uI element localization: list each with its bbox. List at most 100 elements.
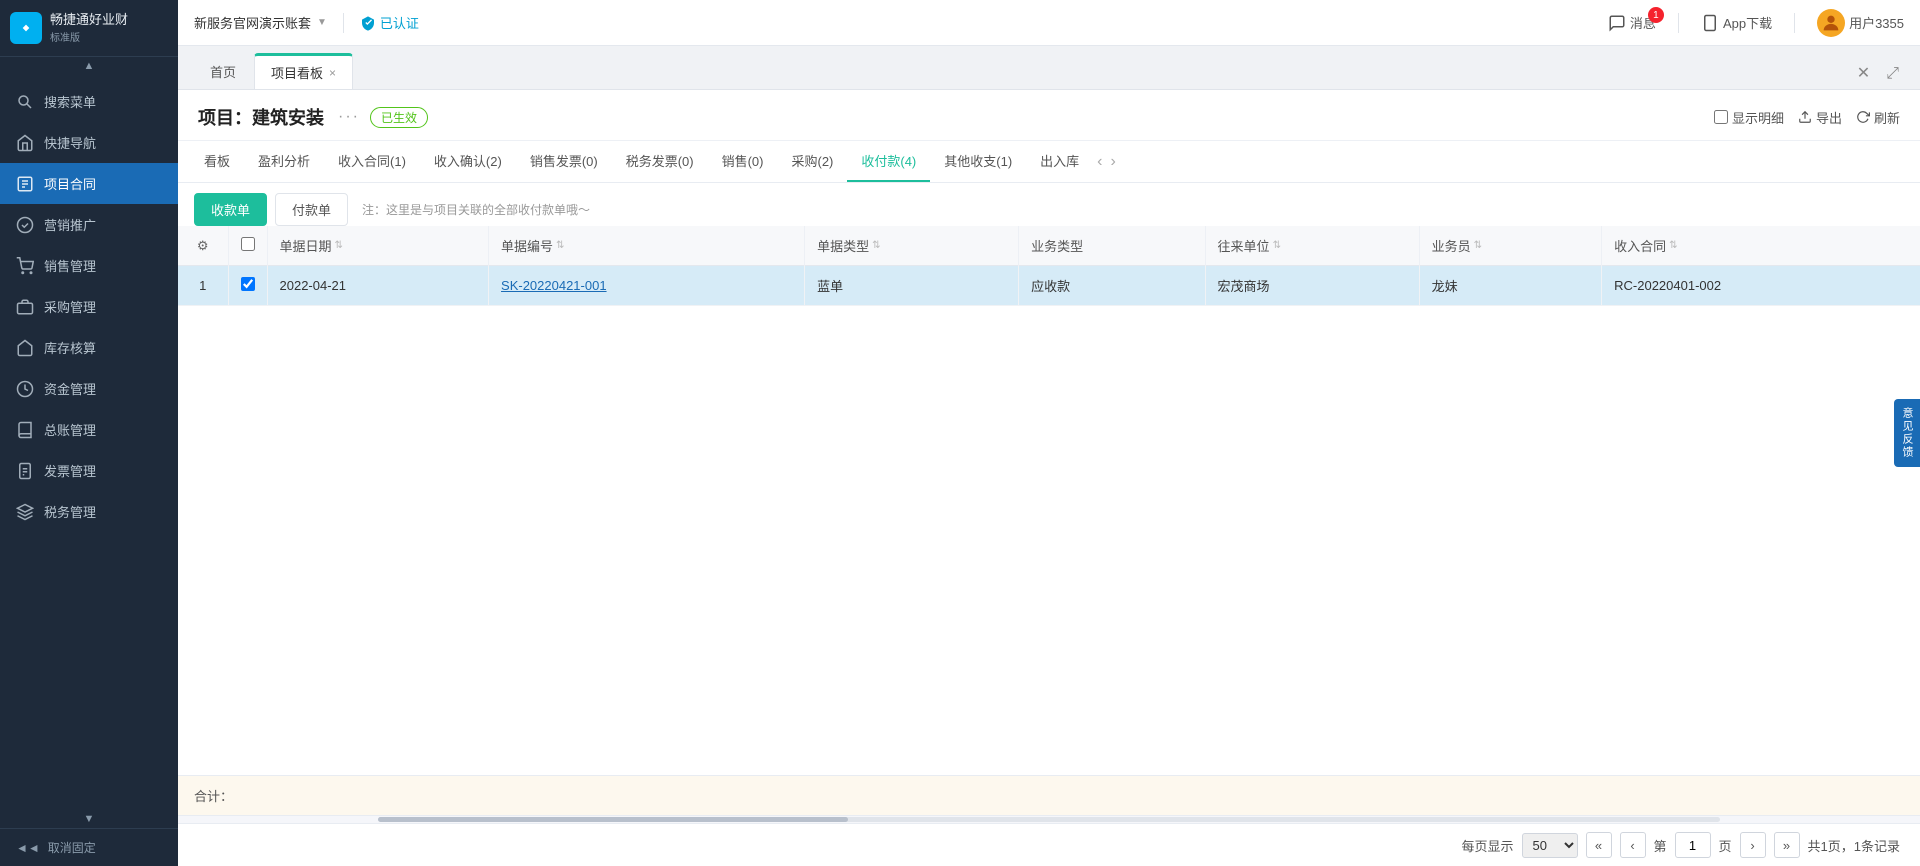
show-detail-checkbox[interactable]: 显示明细 (1714, 108, 1784, 127)
cell-check (228, 266, 267, 306)
feedback-tab[interactable]: 意见反馈 (1894, 399, 1920, 467)
sidebar-item-purchase[interactable]: 采购管理 (0, 286, 178, 327)
sidebar-item-ledger-label: 总账管理 (44, 420, 96, 439)
th-salesman-sort[interactable]: 业务员 ⇅ (1432, 236, 1590, 255)
sort-icon-income-contract: ⇅ (1669, 240, 1677, 251)
sub-tab-profit[interactable]: 盈利分析 (244, 141, 324, 182)
app-download-button[interactable]: App下载 (1701, 13, 1772, 32)
project-more-icon[interactable]: ··· (338, 108, 360, 126)
scroll-down-button[interactable]: ▼ (0, 810, 178, 828)
sub-tab-kanban[interactable]: 看板 (190, 141, 244, 182)
close-window-button[interactable]: ✕ (1852, 61, 1875, 85)
th-number-sort[interactable]: 单据编号 ⇅ (501, 236, 792, 255)
cell-income-contract: RC-20220401-002 (1602, 266, 1920, 306)
select-all-checkbox[interactable] (241, 237, 255, 251)
maximize-window-button[interactable]: ⤢ (1881, 63, 1904, 85)
table-wrapper: ⚙ 单据日期 ⇅ 单据编号 (178, 226, 1920, 775)
tab-project-board[interactable]: 项目看板 × (254, 53, 353, 89)
user-menu[interactable]: 用户3355 (1817, 9, 1904, 37)
cell-type: 蓝单 (805, 266, 1019, 306)
scroll-up-button[interactable]: ▲ (0, 57, 178, 75)
main-area: 新服务官网演示账套 ▼ 已认证 消息 1 App下载 用 (178, 0, 1920, 866)
table-summary: 合计： (178, 775, 1920, 815)
inner-tab-receipt[interactable]: 收款单 (194, 193, 267, 226)
sub-tabs: 看板 盈利分析 收入合同(1) 收入确认(2) 销售发票(0) 税务发票(0) … (178, 141, 1920, 183)
messages-button[interactable]: 消息 1 (1608, 13, 1656, 32)
sidebar-item-sales[interactable]: 销售管理 (0, 245, 178, 286)
page-number-input[interactable] (1675, 832, 1711, 858)
sort-icon-salesman: ⇅ (1474, 240, 1482, 251)
sub-tab-sales-invoice[interactable]: 销售发票(0) (516, 141, 612, 182)
sub-tab-purchase[interactable]: 采购(2) (777, 141, 847, 182)
sidebar-item-inventory-label: 库存核算 (44, 338, 96, 357)
th-type-sort[interactable]: 单据类型 ⇅ (817, 236, 1006, 255)
sidebar-item-tax-label: 税务管理 (44, 502, 96, 521)
certified-label: 已认证 (380, 13, 419, 32)
inner-tab-payment[interactable]: 付款单 (275, 193, 348, 226)
column-settings-icon[interactable]: ⚙ (197, 238, 209, 253)
sidebar-item-marketing[interactable]: 营销推广 (0, 204, 178, 245)
sidebar-item-contract[interactable]: 项目合同 (0, 163, 178, 204)
sidebar-item-inventory[interactable]: 库存核算 (0, 327, 178, 368)
data-table: ⚙ 单据日期 ⇅ 单据编号 (178, 226, 1920, 306)
page-label: 第 (1654, 836, 1667, 855)
sidebar-item-tax[interactable]: 税务管理 (0, 491, 178, 532)
sort-icon-date: ⇅ (335, 240, 343, 251)
sidebar-item-search[interactable]: 搜索菜单 (0, 81, 178, 122)
sidebar: 畅捷通好业财 标准版 ▲ 搜索菜单 快捷导航 项目合同 营销推广 销售管理 (0, 0, 178, 866)
total-label: 共1页，1条记录 (1808, 836, 1900, 855)
prev-page-button[interactable]: ‹ (1620, 832, 1646, 858)
project-header-actions: 显示明细 导出 刷新 (1714, 108, 1900, 127)
th-income-contract-sort[interactable]: 收入合同 ⇅ (1614, 236, 1908, 255)
sidebar-item-finance[interactable]: 资金管理 (0, 368, 178, 409)
sub-tab-sales[interactable]: 销售(0) (708, 141, 778, 182)
inner-tabs: 收款单 付款单 注：这里是与项目关联的全部收付款单哦～ (178, 183, 1920, 226)
sidebar-header: 畅捷通好业财 标准版 (0, 0, 178, 57)
sub-tab-payment[interactable]: 收付款(4) (847, 141, 930, 182)
th-index: ⚙ (178, 226, 228, 266)
sub-tabs-prev-icon[interactable]: ‹ (1093, 153, 1106, 171)
table-header-row: ⚙ 单据日期 ⇅ 单据编号 (178, 226, 1920, 266)
page-size-select[interactable]: 50 20 100 (1522, 833, 1578, 858)
scrollbar-track[interactable] (378, 817, 1720, 822)
cell-salesman: 龙妹 (1419, 266, 1602, 306)
th-partner-sort[interactable]: 往来单位 ⇅ (1218, 236, 1407, 255)
sub-tab-income-confirm[interactable]: 收入确认(2) (420, 141, 516, 182)
tab-close-icon[interactable]: × (329, 66, 336, 80)
topbar-divider-1 (343, 13, 344, 33)
cell-number[interactable]: SK-20220421-001 (489, 266, 805, 306)
th-partner: 往来单位 ⇅ (1205, 226, 1419, 266)
refresh-button[interactable]: 刷新 (1856, 108, 1900, 127)
feedback-tab-label: 意见反馈 (1901, 407, 1913, 459)
sort-icon-partner: ⇅ (1273, 240, 1281, 251)
sort-icon-type: ⇅ (872, 240, 880, 251)
table-row[interactable]: 1 2022-04-21 SK-20220421-001 蓝单 应收款 宏茂商场… (178, 266, 1920, 306)
th-date-sort[interactable]: 单据日期 ⇅ (280, 236, 477, 255)
row-checkbox[interactable] (241, 277, 255, 291)
sub-tabs-next-icon[interactable]: › (1107, 153, 1120, 171)
summary-label: 合计： (194, 789, 233, 804)
page-size-label: 每页显示 (1461, 836, 1513, 855)
sub-tab-tax-invoice[interactable]: 税务发票(0) (612, 141, 708, 182)
scrollbar-thumb[interactable] (378, 817, 848, 822)
th-type: 单据类型 ⇅ (805, 226, 1019, 266)
sidebar-item-quicknav[interactable]: 快捷导航 (0, 122, 178, 163)
show-detail-label: 显示明细 (1732, 108, 1784, 127)
tab-home[interactable]: 首页 (194, 53, 252, 89)
account-name: 新服务官网演示账套 (194, 13, 311, 32)
sub-tab-inout[interactable]: 出入库 (1026, 141, 1093, 182)
sidebar-item-invoice[interactable]: 发票管理 (0, 450, 178, 491)
sub-tab-other[interactable]: 其他收支(1) (930, 141, 1026, 182)
next-page-button[interactable]: › (1740, 832, 1766, 858)
first-page-button[interactable]: « (1586, 832, 1612, 858)
export-button[interactable]: 导出 (1798, 108, 1842, 127)
th-biz-type: 业务类型 (1019, 226, 1205, 266)
sidebar-unpin[interactable]: ◄◄ 取消固定 (0, 828, 178, 866)
show-detail-input[interactable] (1714, 110, 1728, 124)
messages-badge: 1 (1648, 7, 1664, 23)
sidebar-item-ledger[interactable]: 总账管理 (0, 409, 178, 450)
sub-tab-income-contract[interactable]: 收入合同(1) (324, 141, 420, 182)
account-selector[interactable]: 新服务官网演示账套 ▼ (194, 13, 327, 32)
last-page-button[interactable]: » (1774, 832, 1800, 858)
topbar-divider-3 (1794, 13, 1795, 33)
